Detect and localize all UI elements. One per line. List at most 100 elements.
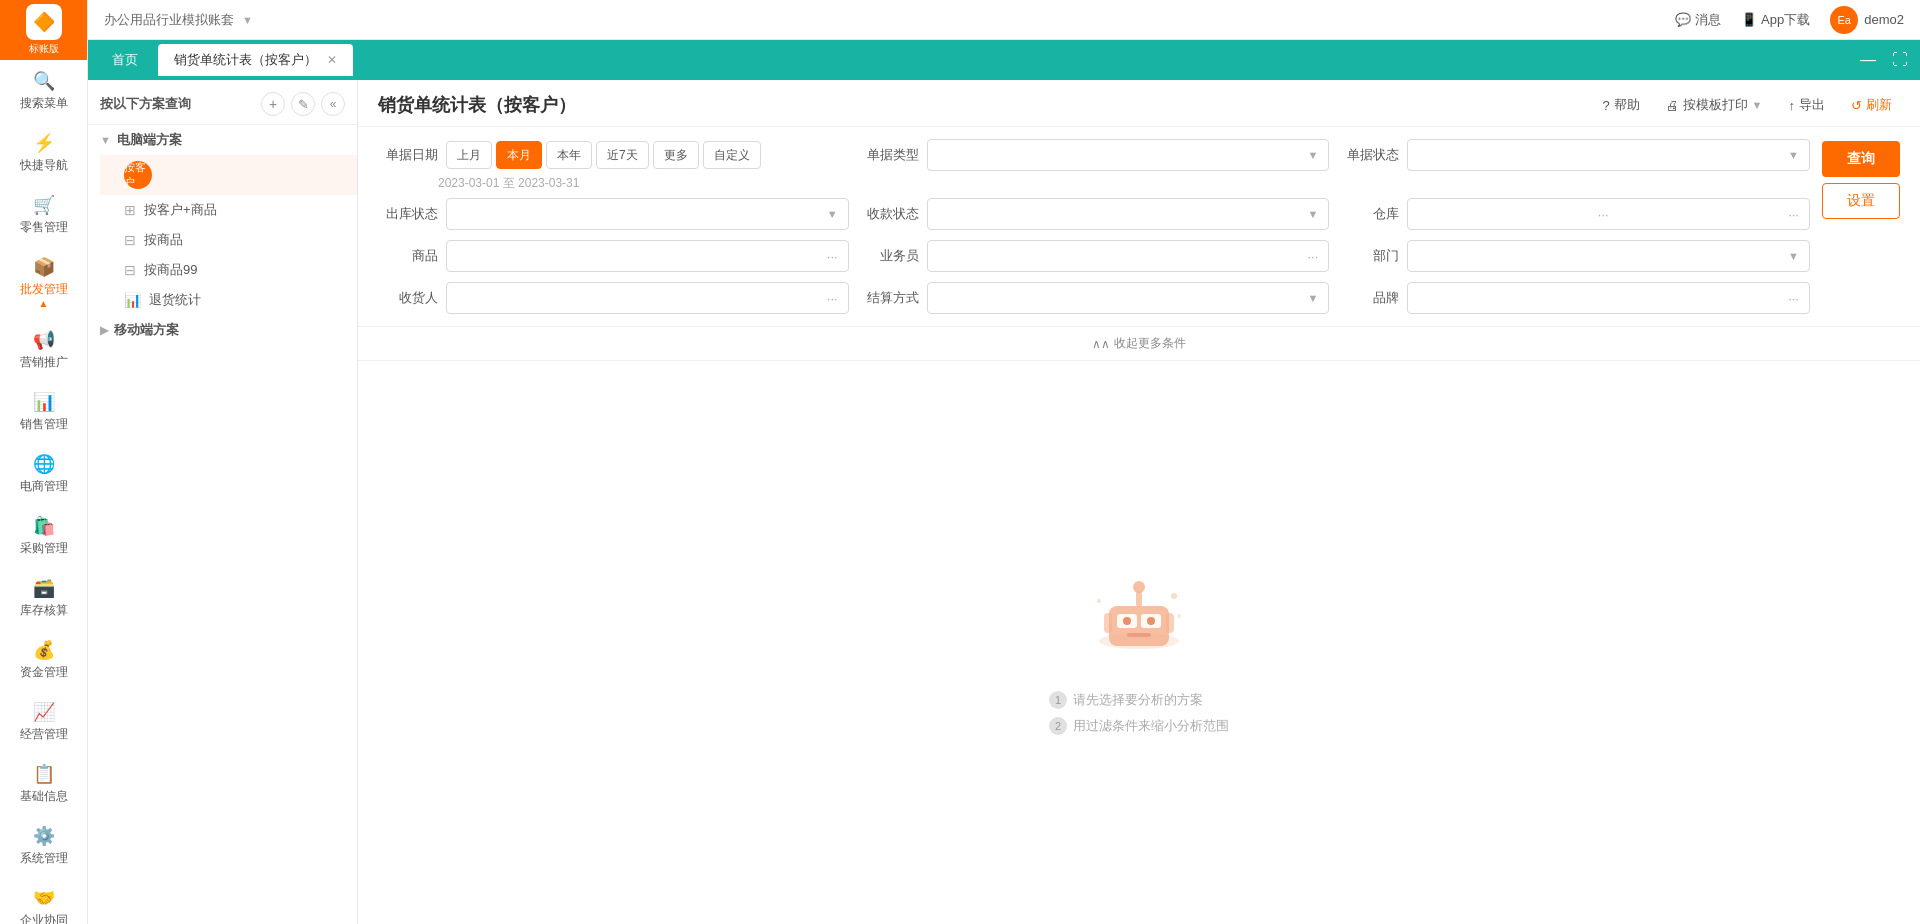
system-icon: ⚙️ — [33, 825, 55, 847]
receive-status-select[interactable]: ▼ — [927, 198, 1330, 230]
salesman-input[interactable]: ··· — [927, 240, 1330, 272]
settlement-select[interactable]: ▼ — [927, 282, 1330, 314]
sidebar-item-quick-nav[interactable]: ⚡ 快捷导航 — [0, 122, 88, 184]
settlement-chevron: ▼ — [1307, 292, 1318, 304]
set-button[interactable]: 设置 — [1822, 183, 1900, 219]
goods-input[interactable]: ··· — [446, 240, 849, 272]
topbar-left: 办公用品行业模拟账套 ▼ — [104, 11, 253, 29]
sidebar-item-cooperation[interactable]: 🤝 企业协同 — [0, 877, 88, 924]
department-label: 部门 — [1339, 247, 1399, 265]
goods-dots: ··· — [827, 249, 838, 264]
scheme-return-stat[interactable]: 📊 退货统计 — [100, 285, 357, 315]
refresh-btn[interactable]: ↺ 刷新 — [1843, 92, 1900, 118]
content-area: 按以下方案查询 + ✎ « ▼ 电脑端方案 按客户 ⊞ 按客户+商品 — [88, 80, 1920, 924]
sidebar-item-basic[interactable]: 📋 基础信息 — [0, 753, 88, 815]
page-actions: ? 帮助 🖨 按模板打印 ▼ ↑ 导出 ↺ 刷新 — [1594, 92, 1900, 118]
tab-maximize-btn[interactable]: ⛶ — [1888, 47, 1912, 73]
receiver-input[interactable]: ··· — [446, 282, 849, 314]
svg-point-4 — [1123, 617, 1131, 625]
sidebar-item-retail[interactable]: 🛒 零售管理 — [0, 184, 88, 246]
sidebar-item-business[interactable]: 📈 经营管理 — [0, 691, 88, 753]
date-btn-this-month[interactable]: 本月 — [496, 141, 542, 169]
receiver-label: 收货人 — [378, 289, 438, 307]
empty-hints: 1 请先选择要分析的方案 2 用过滤条件来缩小分析范围 — [1049, 691, 1229, 735]
collapse-panel-btn[interactable]: « — [321, 92, 345, 116]
export-icon: ↑ — [1789, 98, 1796, 113]
svg-rect-9 — [1136, 591, 1142, 607]
topbar: 办公用品行业模拟账套 ▼ 💬 消息 📱 App下载 Ea demo2 — [88, 0, 1920, 40]
sidebar-item-purchase[interactable]: 🛍️ 采购管理 — [0, 505, 88, 567]
filter-row-4: 收货人 ··· 结算方式 ▼ — [378, 282, 1810, 314]
app-selector-chevron[interactable]: ▼ — [242, 14, 253, 26]
business-icon: 📈 — [33, 701, 55, 723]
receiver-dots: ··· — [827, 291, 838, 306]
tree-mobile-scheme[interactable]: ▶ 移动端方案 — [88, 315, 357, 345]
filter-section: 单据日期 上月 本月 本年 近7天 更多 自定义 — [378, 139, 1900, 314]
collapse-bar[interactable]: ∧∧ 收起更多条件 — [358, 327, 1920, 361]
brand-label: 品牌 — [1339, 289, 1399, 307]
logo-icon: 🔶 — [26, 4, 62, 40]
topbar-right: 💬 消息 📱 App下载 Ea demo2 — [1675, 6, 1904, 34]
scheme-by-goods[interactable]: ⊟ 按商品 — [100, 225, 357, 255]
sidebar-item-finance[interactable]: 💰 资金管理 — [0, 629, 88, 691]
receive-status-chevron: ▼ — [1307, 208, 1318, 220]
tab-sales-stat[interactable]: 销货单统计表（按客户） ✕ — [158, 44, 353, 76]
doc-status-label: 单据状态 — [1339, 146, 1399, 164]
left-panel-header: 按以下方案查询 + ✎ « — [88, 80, 357, 125]
print-icon: 🖨 — [1666, 98, 1679, 113]
sidebar-item-wholesale[interactable]: 📦 批发管理 ▲ — [0, 246, 88, 319]
date-btn-custom[interactable]: 自定义 — [703, 141, 761, 169]
tree-expand-icon: ▼ — [100, 134, 111, 146]
template-print-btn[interactable]: 🖨 按模板打印 ▼ — [1658, 92, 1771, 118]
add-scheme-btn[interactable]: + — [261, 92, 285, 116]
date-btn-last-7[interactable]: 近7天 — [596, 141, 649, 169]
empty-illustration — [1079, 551, 1199, 671]
doc-status-select[interactable]: ▼ — [1407, 139, 1810, 171]
department-select[interactable]: ▼ — [1407, 240, 1810, 272]
scheme-by-customer[interactable]: 按客户 — [100, 155, 357, 195]
filter-row-2: 出库状态 ▼ 收款状态 ▼ — [378, 198, 1810, 230]
marketing-icon: 📢 — [33, 329, 55, 351]
sidebar-item-sales[interactable]: 📊 销售管理 — [0, 381, 88, 443]
svg-rect-7 — [1104, 613, 1112, 633]
tab-minimize-btn[interactable]: — — [1856, 47, 1880, 73]
edit-scheme-btn[interactable]: ✎ — [291, 92, 315, 116]
message-btn[interactable]: 💬 消息 — [1675, 11, 1721, 29]
export-btn[interactable]: ↑ 导出 — [1781, 92, 1834, 118]
message-icon: 💬 — [1675, 12, 1691, 27]
sidebar-item-inventory[interactable]: 🗃️ 库存核算 — [0, 567, 88, 629]
query-button[interactable]: 查询 — [1822, 141, 1900, 177]
help-btn[interactable]: ? 帮助 — [1594, 92, 1647, 118]
out-status-group: 出库状态 ▼ — [378, 198, 849, 230]
logo-text: 标账版 — [29, 42, 59, 56]
brand-group: 品牌 ··· — [1339, 282, 1810, 314]
sidebar-item-marketing[interactable]: 📢 营销推广 — [0, 319, 88, 381]
date-btn-last-month[interactable]: 上月 — [446, 141, 492, 169]
user-area[interactable]: Ea demo2 — [1830, 6, 1904, 34]
app-download-btn[interactable]: 📱 App下载 — [1741, 11, 1810, 29]
tabbar-actions: — ⛶ — [1856, 47, 1912, 73]
scheme-by-goods-99[interactable]: ⊟ 按商品99 — [100, 255, 357, 285]
finance-icon: 💰 — [33, 639, 55, 661]
sidebar-item-search[interactable]: 🔍 搜索菜单 — [0, 60, 88, 122]
department-group: 部门 ▼ — [1339, 240, 1810, 272]
date-btn-more[interactable]: 更多 — [653, 141, 699, 169]
main-area: 办公用品行业模拟账套 ▼ 💬 消息 📱 App下载 Ea demo2 首页 — [88, 0, 1920, 924]
tab-close-icon[interactable]: ✕ — [327, 53, 337, 67]
tab-home[interactable]: 首页 — [96, 44, 154, 76]
sidebar-item-system[interactable]: ⚙️ 系统管理 — [0, 815, 88, 877]
tree-desktop-children: 按客户 ⊞ 按客户+商品 ⊟ 按商品 ⊟ 按商品99 📊 退货统计 — [88, 155, 357, 315]
date-filter-group: 单据日期 上月 本月 本年 近7天 更多 自定义 — [378, 141, 849, 169]
scheme-by-customer-goods[interactable]: ⊞ 按客户+商品 — [100, 195, 357, 225]
tree-desktop-scheme[interactable]: ▼ 电脑端方案 — [88, 125, 357, 155]
empty-state: 1 请先选择要分析的方案 2 用过滤条件来缩小分析范围 — [358, 361, 1920, 924]
doc-type-select[interactable]: ▼ — [927, 139, 1330, 171]
svg-point-11 — [1171, 593, 1177, 599]
warehouse-group: 仓库 ··· — [1339, 198, 1810, 230]
date-btn-this-year[interactable]: 本年 — [546, 141, 592, 169]
brand-input[interactable]: ··· — [1407, 282, 1810, 314]
sidebar-item-ecommerce[interactable]: 🌐 电商管理 — [0, 443, 88, 505]
out-status-select[interactable]: ▼ — [446, 198, 849, 230]
warehouse-input[interactable]: ··· — [1407, 198, 1810, 230]
right-panel: 销货单统计表（按客户） ? 帮助 🖨 按模板打印 ▼ ↑ 导出 — [358, 80, 1920, 924]
